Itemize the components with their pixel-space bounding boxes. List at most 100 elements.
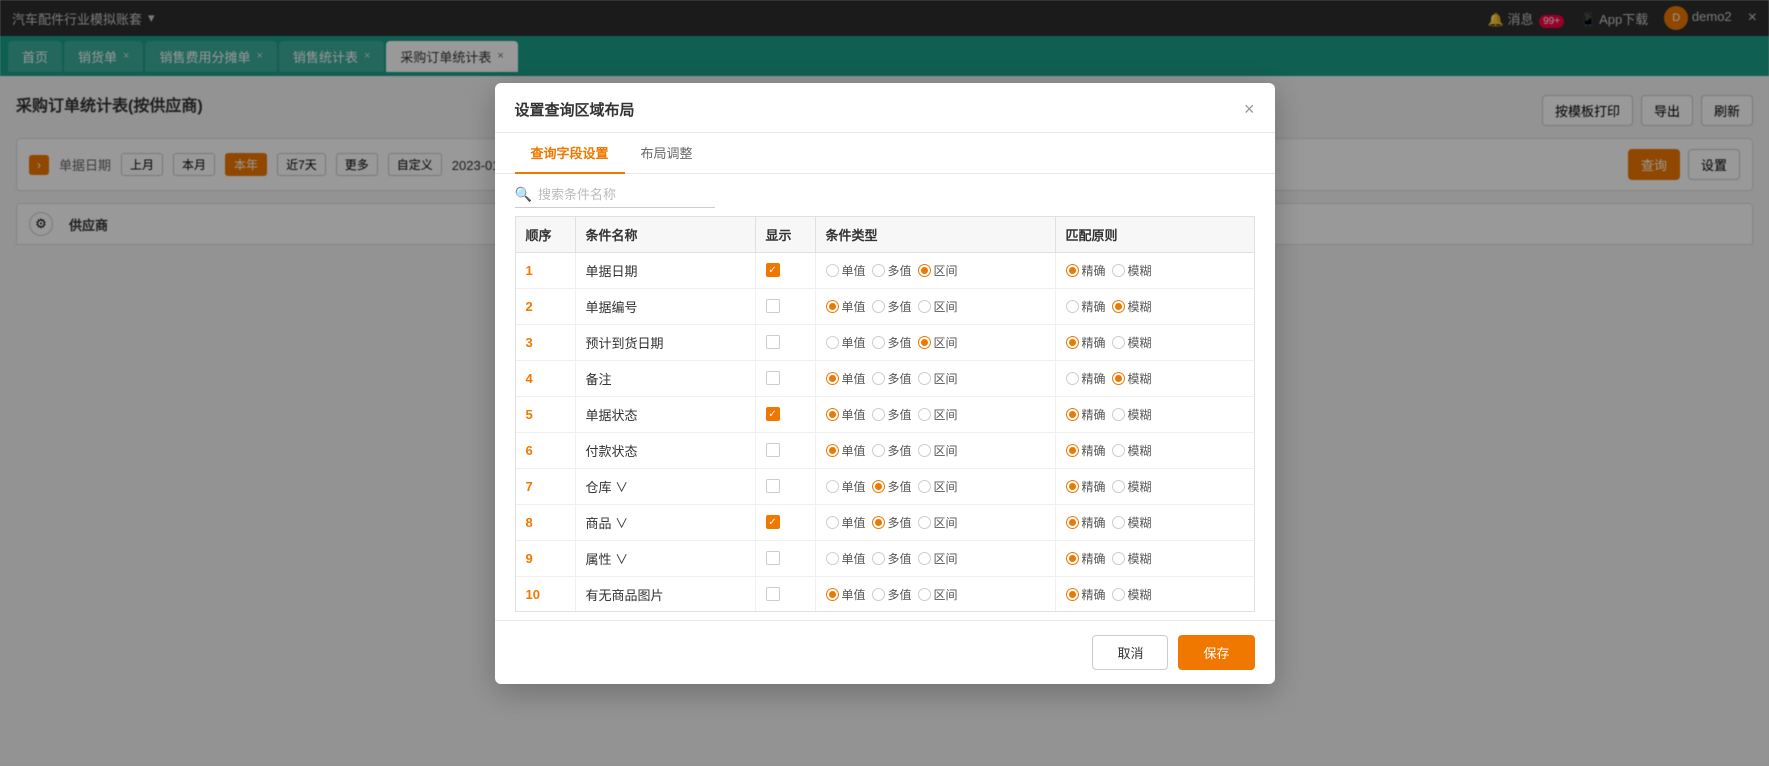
cell-name: 预计到货日期	[576, 325, 756, 360]
radio-label: 多值	[888, 262, 912, 279]
display-checkbox[interactable]	[766, 479, 780, 493]
search-input[interactable]	[538, 187, 698, 202]
radio-item-exact[interactable]: 精确	[1066, 298, 1106, 315]
display-checkbox[interactable]	[766, 299, 780, 313]
radio-circle	[918, 444, 931, 457]
cell-display[interactable]	[756, 325, 816, 360]
radio-item-single[interactable]: 单值	[826, 550, 866, 567]
cell-type: 单值 多值区间	[816, 253, 1056, 288]
radio-item-range[interactable]: 区间	[918, 586, 958, 603]
cell-display[interactable]	[756, 397, 816, 432]
radio-item-exact[interactable]: 精确	[1066, 478, 1106, 495]
radio-item-single[interactable]: 单值	[826, 370, 866, 387]
radio-item-exact[interactable]: 精确	[1066, 370, 1106, 387]
match-radio-group: 精确模糊	[1066, 334, 1152, 351]
radio-circle	[918, 408, 931, 421]
radio-item-fuzzy[interactable]: 模糊	[1112, 298, 1152, 315]
radio-item-fuzzy[interactable]: 模糊	[1112, 550, 1152, 567]
cell-match: 精确模糊	[1056, 505, 1255, 540]
cell-display[interactable]	[756, 433, 816, 468]
cell-match: 精确模糊	[1056, 541, 1255, 576]
radio-item-exact[interactable]: 精确	[1066, 334, 1106, 351]
radio-item-single[interactable]: 单值	[826, 262, 866, 279]
radio-item-fuzzy[interactable]: 模糊	[1112, 334, 1152, 351]
cell-type: 单值 多值区间	[816, 541, 1056, 576]
cell-name: 付款状态	[576, 433, 756, 468]
radio-item-multi[interactable]: 多值	[872, 514, 912, 531]
radio-circle	[1112, 516, 1125, 529]
radio-item-multi[interactable]: 多值	[872, 370, 912, 387]
radio-item-fuzzy[interactable]: 模糊	[1112, 370, 1152, 387]
radio-item-fuzzy[interactable]: 模糊	[1112, 514, 1152, 531]
radio-item-multi[interactable]: 多值	[872, 586, 912, 603]
radio-item-single[interactable]: 单值	[826, 406, 866, 423]
radio-item-multi[interactable]: 多值	[872, 298, 912, 315]
display-checkbox[interactable]	[766, 587, 780, 601]
cell-display[interactable]	[756, 577, 816, 612]
cell-display[interactable]	[756, 541, 816, 576]
radio-item-multi[interactable]: 多值	[872, 550, 912, 567]
radio-item-multi[interactable]: 多值	[872, 406, 912, 423]
radio-item-range[interactable]: 区间	[918, 298, 958, 315]
radio-item-range[interactable]: 区间	[918, 550, 958, 567]
radio-item-multi[interactable]: 多值	[872, 478, 912, 495]
tab-layout[interactable]: 布局调整	[625, 133, 709, 174]
cell-display[interactable]	[756, 253, 816, 288]
display-checkbox[interactable]	[766, 371, 780, 385]
cancel-button[interactable]: 取消	[1092, 635, 1168, 670]
display-checkbox[interactable]	[766, 443, 780, 457]
radio-item-exact[interactable]: 精确	[1066, 514, 1106, 531]
cell-display[interactable]	[756, 469, 816, 504]
radio-circle	[826, 516, 839, 529]
radio-item-multi[interactable]: 多值	[872, 262, 912, 279]
radio-item-range[interactable]: 区间	[918, 262, 958, 279]
radio-item-multi[interactable]: 多值	[872, 334, 912, 351]
display-checkbox[interactable]	[766, 335, 780, 349]
cell-type: 单值多值区间	[816, 469, 1056, 504]
radio-item-exact[interactable]: 精确	[1066, 442, 1106, 459]
radio-item-range[interactable]: 区间	[918, 334, 958, 351]
cell-name: 仓库 ∨	[576, 469, 756, 504]
search-icon: 🔍	[515, 186, 532, 203]
radio-label: 精确	[1082, 514, 1106, 531]
radio-item-single[interactable]: 单值	[826, 334, 866, 351]
display-checkbox[interactable]	[766, 551, 780, 565]
radio-item-single[interactable]: 单值	[826, 478, 866, 495]
save-button[interactable]: 保存	[1178, 635, 1254, 670]
radio-item-single[interactable]: 单值	[826, 586, 866, 603]
cell-display[interactable]	[756, 361, 816, 396]
dialog-close-button[interactable]: ×	[1244, 100, 1255, 118]
radio-item-range[interactable]: 区间	[918, 370, 958, 387]
radio-item-fuzzy[interactable]: 模糊	[1112, 442, 1152, 459]
radio-item-multi[interactable]: 多值	[872, 442, 912, 459]
radio-item-fuzzy[interactable]: 模糊	[1112, 478, 1152, 495]
radio-circle	[1112, 588, 1125, 601]
radio-circle	[1066, 444, 1079, 457]
radio-item-range[interactable]: 区间	[918, 406, 958, 423]
table-row: 4备注单值多值区间精确模糊	[516, 361, 1254, 397]
display-checkbox[interactable]	[766, 407, 780, 421]
radio-item-fuzzy[interactable]: 模糊	[1112, 262, 1152, 279]
display-checkbox[interactable]	[766, 515, 780, 529]
cell-type: 单值多值区间	[816, 505, 1056, 540]
radio-item-exact[interactable]: 精确	[1066, 550, 1106, 567]
radio-item-exact[interactable]: 精确	[1066, 586, 1106, 603]
radio-item-single[interactable]: 单值	[826, 442, 866, 459]
radio-item-range[interactable]: 区间	[918, 514, 958, 531]
tab-query-fields[interactable]: 查询字段设置	[515, 133, 625, 174]
radio-item-fuzzy[interactable]: 模糊	[1112, 406, 1152, 423]
radio-item-single[interactable]: 单值	[826, 298, 866, 315]
radio-circle	[872, 444, 885, 457]
cell-display[interactable]	[756, 289, 816, 324]
radio-item-fuzzy[interactable]: 模糊	[1112, 586, 1152, 603]
radio-circle	[1112, 480, 1125, 493]
radio-label: 多值	[888, 550, 912, 567]
radio-item-single[interactable]: 单值	[826, 514, 866, 531]
cell-display[interactable]	[756, 505, 816, 540]
radio-item-range[interactable]: 区间	[918, 478, 958, 495]
dialog-table: 顺序 条件名称 显示 条件类型 匹配原则 1单据日期单值多值区间精确模糊2单据编…	[515, 216, 1255, 612]
display-checkbox[interactable]	[766, 263, 780, 277]
radio-item-exact[interactable]: 精确	[1066, 406, 1106, 423]
radio-item-exact[interactable]: 精确	[1066, 262, 1106, 279]
radio-item-range[interactable]: 区间	[918, 442, 958, 459]
